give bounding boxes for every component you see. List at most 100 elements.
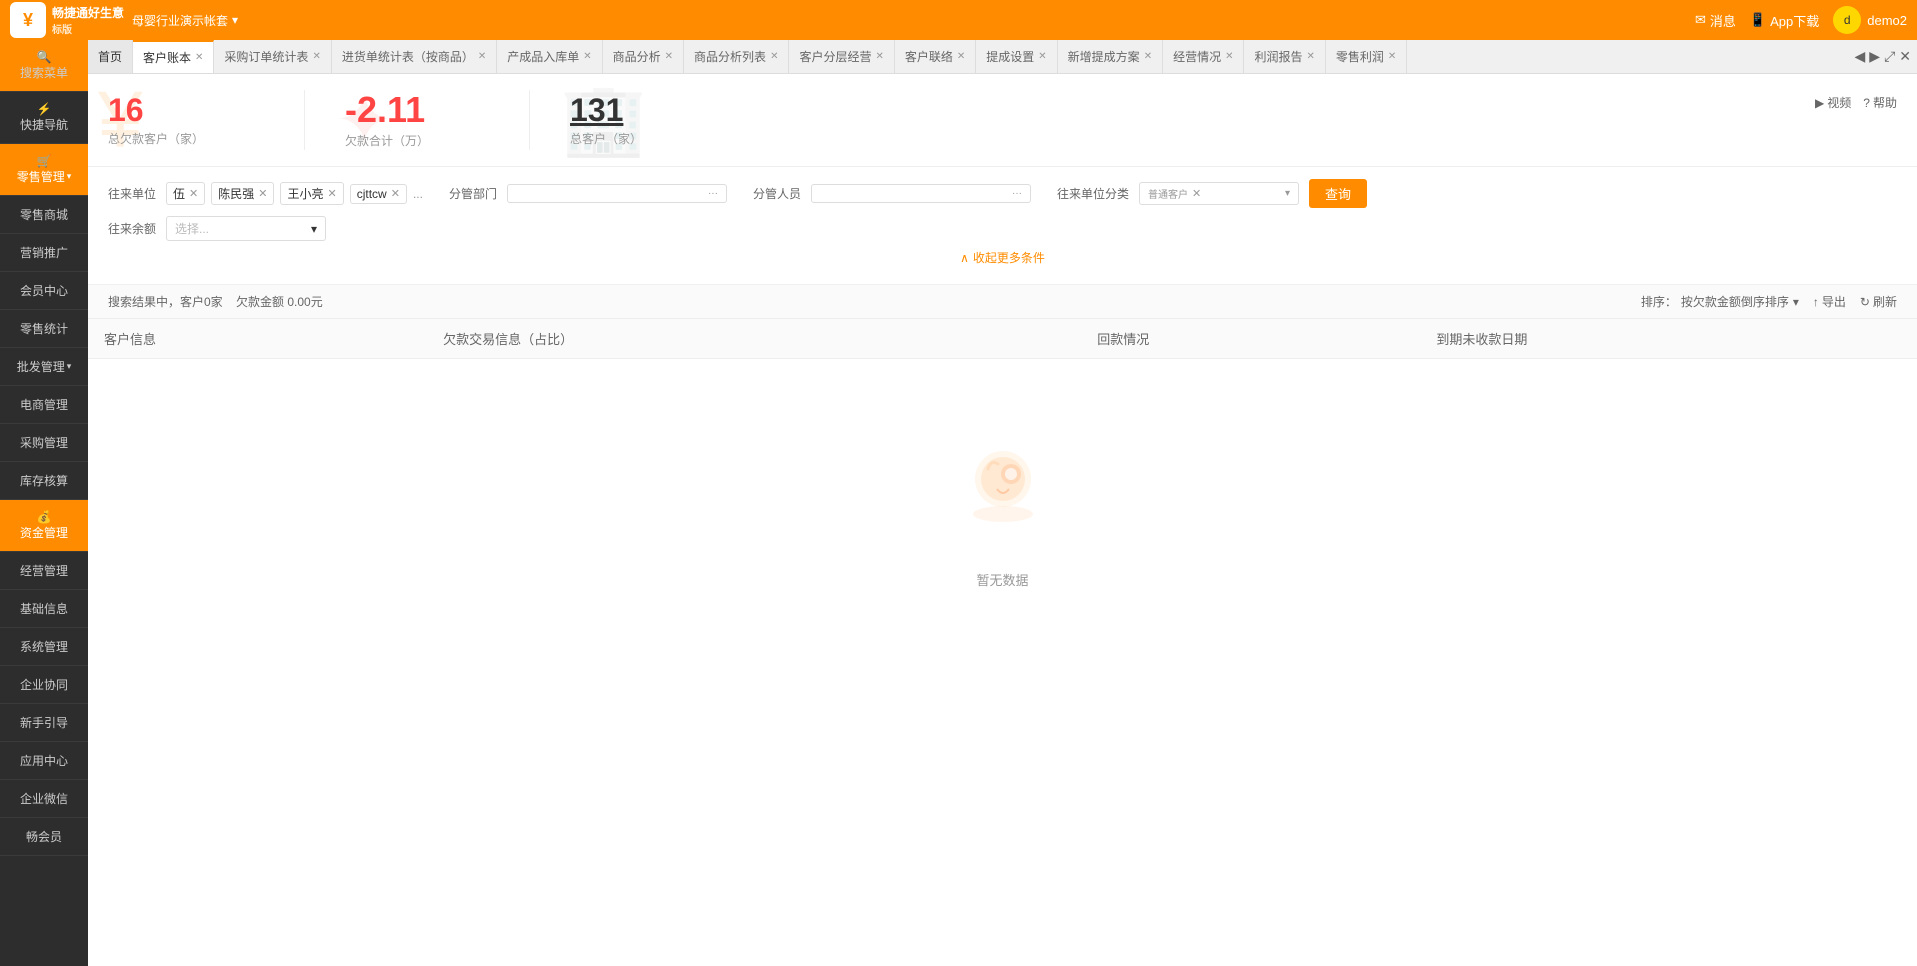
tab-close-purchase-order[interactable]: ✕ xyxy=(312,51,320,62)
video-btn[interactable]: ▶ 视频 xyxy=(1815,94,1851,111)
chevron-sort: ▾ xyxy=(1793,295,1799,309)
sidebar-search-label: 搜索菜单 xyxy=(4,64,84,81)
tag-wu-remove[interactable]: ✕ xyxy=(189,187,198,200)
tab-close-all-btn[interactable]: ✕ xyxy=(1899,48,1911,65)
tag-cjttcw-remove[interactable]: ✕ xyxy=(391,187,400,200)
tab-close-customer-tier[interactable]: ✕ xyxy=(875,51,883,62)
logo-sub: 标版 xyxy=(52,21,124,36)
col-customer-info: 客户信息 xyxy=(88,319,427,359)
sidebar-item-retail-stats[interactable]: 零售统计 xyxy=(0,310,88,348)
sidebar-item-enterprise-collab[interactable]: 企业协同 xyxy=(0,666,88,704)
stat-divider-2 xyxy=(529,90,530,150)
sidebar-item-new-guide[interactable]: 新手引导 xyxy=(0,704,88,742)
tag-chen-remove[interactable]: ✕ xyxy=(258,187,267,200)
tab-close-raise-settings[interactable]: ✕ xyxy=(1038,51,1046,62)
tab-customer-contact[interactable]: 客户联络 ✕ xyxy=(895,40,976,74)
tab-close-operation-status[interactable]: ✕ xyxy=(1225,51,1233,62)
top-bar-left: ¥ 畅捷通好生意 标版 母婴行业演示帐套 ▾ xyxy=(10,2,238,38)
user-label: demo2 xyxy=(1867,13,1907,28)
sort-label: 排序： xyxy=(1641,293,1677,310)
marketing-label: 营销推广 xyxy=(4,244,84,261)
tab-close-new-raise-plan[interactable]: ✕ xyxy=(1144,51,1152,62)
sidebar-item-retail-mall[interactable]: 零售商城 xyxy=(0,196,88,234)
sidebar-item-ecommerce[interactable]: 电商管理 xyxy=(0,386,88,424)
sidebar-item-marketing[interactable]: 营销推广 xyxy=(0,234,88,272)
tab-product-analysis-list[interactable]: 商品分析列表 ✕ xyxy=(684,40,789,74)
app-download-btn[interactable]: 📱 App下载 xyxy=(1750,11,1819,30)
sidebar-item-enterprise-wechat[interactable]: 企业微信 xyxy=(0,780,88,818)
refresh-btn[interactable]: ↻ 刷新 xyxy=(1860,293,1897,310)
tab-close-customer-capital[interactable]: ✕ xyxy=(195,52,203,63)
branch-person-select[interactable]: ··· xyxy=(811,184,1031,203)
account-dropdown[interactable]: 母婴行业演示帐套 ▾ xyxy=(132,12,238,29)
tab-close-product-analysis-list[interactable]: ✕ xyxy=(770,51,778,62)
tab-close-retail-profit[interactable]: ✕ xyxy=(1388,51,1396,62)
tab-new-raise-plan[interactable]: 新增提成方案 ✕ xyxy=(1058,40,1163,74)
wholesale-mgmt-label: 批发管理 xyxy=(17,358,65,375)
sidebar-quick-nav-label: 快捷导航 xyxy=(4,116,84,133)
tab-customer-tier-label: 客户分层经营 xyxy=(799,48,871,65)
tab-operation-status[interactable]: 经营情况 ✕ xyxy=(1163,40,1244,74)
tab-expand-btn[interactable]: ⤢ xyxy=(1884,48,1895,65)
stat-block-debt: ✦ -2.11 欠款合计（万） xyxy=(345,90,489,150)
unit-type-label: 往来单位分类 xyxy=(1057,185,1129,202)
branch-dept-select[interactable]: ··· xyxy=(507,184,727,203)
tab-product-inbound[interactable]: 产成品入库单 ✕ xyxy=(497,40,602,74)
export-btn[interactable]: ↑ 导出 xyxy=(1813,293,1846,310)
sidebar-item-inventory[interactable]: 库存核算 xyxy=(0,462,88,500)
sort-select[interactable]: 排序： 按欠款金额倒序排序 ▾ xyxy=(1641,293,1799,310)
query-button[interactable]: 查询 xyxy=(1309,179,1367,208)
sidebar-item-sys[interactable]: 系统管理 xyxy=(0,628,88,666)
filter-more-btn[interactable]: ... xyxy=(413,187,423,201)
tab-customer-tier[interactable]: 客户分层经营 ✕ xyxy=(789,40,894,74)
sidebar-item-search-menu[interactable]: 🔍 搜索菜单 xyxy=(0,40,88,92)
purchase-label: 采购管理 xyxy=(4,434,84,451)
tab-profit-report[interactable]: 利润报告 ✕ xyxy=(1244,40,1325,74)
collapse-btn[interactable]: ∧ 收起更多条件 xyxy=(108,249,1897,266)
sidebar-item-purchase[interactable]: 采购管理 xyxy=(0,424,88,462)
sidebar-item-retail-mgmt[interactable]: 🛒 零售管理 ▾ xyxy=(0,144,88,196)
results-actions: 排序： 按欠款金额倒序排序 ▾ ↑ 导出 ↻ 刷新 xyxy=(1641,293,1897,310)
inventory-label: 库存核算 xyxy=(4,472,84,489)
tab-next-btn[interactable]: ▶ xyxy=(1869,48,1880,65)
tab-raise-settings[interactable]: 提成设置 ✕ xyxy=(976,40,1057,74)
tab-product-analysis[interactable]: 商品分析 ✕ xyxy=(603,40,684,74)
tab-close-product-analysis[interactable]: ✕ xyxy=(665,51,673,62)
balance-label: 往来余额 xyxy=(108,220,156,237)
tab-profit-report-label: 利润报告 xyxy=(1254,48,1302,65)
help-icon: ? xyxy=(1863,96,1870,110)
unit-type-remove[interactable]: ✕ xyxy=(1192,187,1201,200)
tag-cjttcw-text: cjttcw xyxy=(357,187,387,201)
filter-tag-chen: 陈民强 ✕ xyxy=(211,182,274,205)
sidebar-item-quick-nav[interactable]: ⚡ 快捷导航 xyxy=(0,92,88,144)
unit-type-value-text: 普通客户 xyxy=(1148,186,1188,201)
tab-close-customer-contact[interactable]: ✕ xyxy=(957,51,965,62)
sidebar-item-wholesale-mgmt[interactable]: 批发管理 ▾ xyxy=(0,348,88,386)
sidebar-item-member-center[interactable]: 会员中心 xyxy=(0,272,88,310)
user-area[interactable]: d demo2 xyxy=(1833,6,1907,34)
tab-purchase-stats[interactable]: 进货单统计表（按商品） ✕ xyxy=(332,40,497,74)
tab-purchase-order[interactable]: 采购订单统计表 ✕ xyxy=(214,40,331,74)
sidebar-item-finance[interactable]: 💰 资金管理 xyxy=(0,500,88,552)
sidebar-item-basic-info[interactable]: 基础信息 xyxy=(0,590,88,628)
tab-close-profit-report[interactable]: ✕ xyxy=(1307,51,1315,62)
sidebar-item-app-center[interactable]: 应用中心 xyxy=(0,742,88,780)
sidebar-item-vip[interactable]: 畅会员 xyxy=(0,818,88,856)
unit-type-select[interactable]: 普通客户 ✕ ▾ xyxy=(1139,182,1299,205)
message-icon: ✉ xyxy=(1695,12,1706,28)
balance-select[interactable]: 选择... ▾ xyxy=(166,216,326,241)
chevron-balance: ▾ xyxy=(311,222,317,236)
tab-close-purchase-stats[interactable]: ✕ xyxy=(478,51,486,62)
chevron-icon: ▾ xyxy=(67,171,72,182)
empty-state: 暂无数据 xyxy=(88,359,1917,669)
stat-divider-1 xyxy=(304,90,305,150)
tab-home[interactable]: 首页 xyxy=(88,40,133,74)
help-btn[interactable]: ? 帮助 xyxy=(1863,94,1897,111)
message-btn[interactable]: ✉ 消息 xyxy=(1695,11,1736,30)
tab-customer-capital[interactable]: 客户账本 ✕ xyxy=(133,40,214,74)
tab-retail-profit[interactable]: 零售利润 ✕ xyxy=(1326,40,1407,74)
sidebar-item-ops[interactable]: 经营管理 xyxy=(0,552,88,590)
tab-close-product-inbound[interactable]: ✕ xyxy=(583,51,591,62)
tag-wang-remove[interactable]: ✕ xyxy=(328,187,337,200)
tab-prev-btn[interactable]: ◀ xyxy=(1855,48,1866,65)
